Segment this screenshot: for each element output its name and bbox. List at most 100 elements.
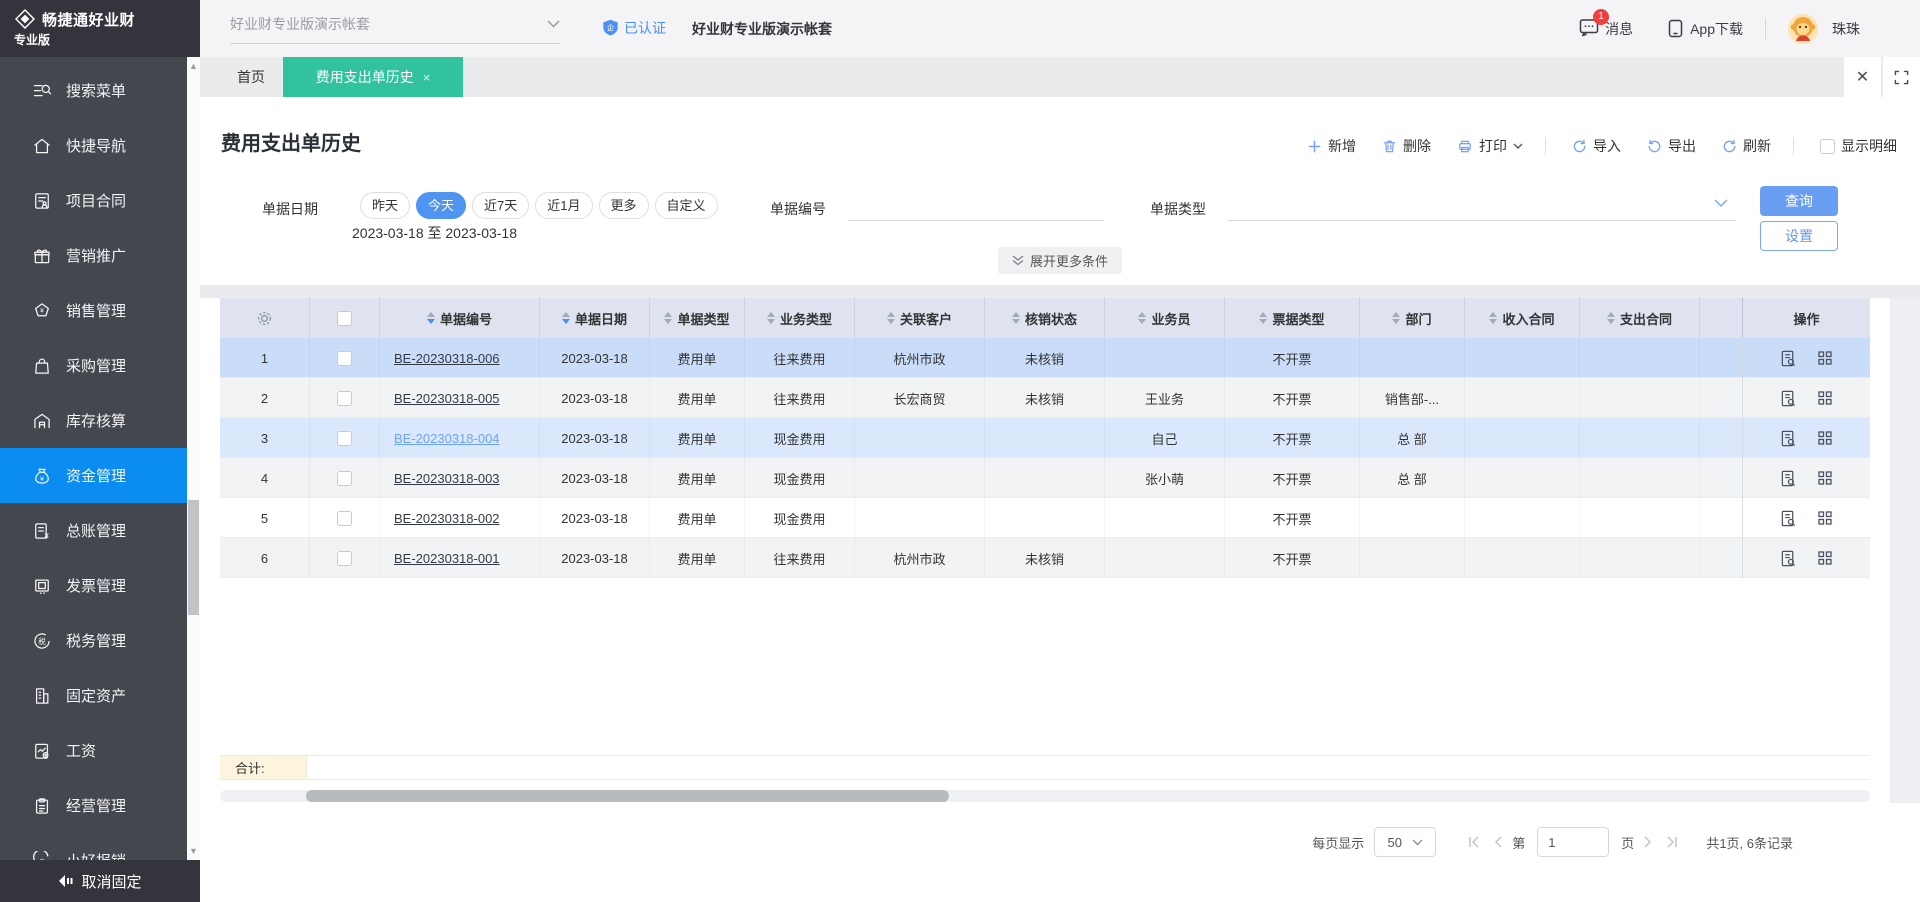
pill-custom[interactable]: 自定义: [654, 192, 718, 219]
row-checkbox-cell[interactable]: [310, 338, 380, 378]
row-checkbox[interactable]: [337, 390, 352, 406]
sidebar-item-sales[interactable]: ¥ 销售管理: [0, 283, 200, 338]
view-detail-icon[interactable]: [1780, 430, 1797, 447]
sidebar-item-salary[interactable]: 工资: [0, 723, 200, 778]
sort-icon[interactable]: [426, 312, 435, 324]
sort-icon[interactable]: [1392, 312, 1401, 324]
horizontal-scrollbar[interactable]: [220, 790, 1870, 802]
last-page-button[interactable]: [1660, 830, 1684, 854]
header-verify-status[interactable]: 核销状态: [985, 298, 1105, 338]
grid-vertical-scroll-area[interactable]: [1890, 298, 1920, 803]
page-number-input[interactable]: 1: [1537, 827, 1610, 857]
row-checkbox-cell[interactable]: [310, 498, 380, 538]
settings-button[interactable]: 设置: [1760, 221, 1838, 251]
per-page-select[interactable]: 50: [1374, 827, 1437, 857]
print-button[interactable]: 打印: [1457, 136, 1523, 156]
tab-expense-history[interactable]: 费用支出单历史 ×: [283, 57, 463, 97]
row-checkbox[interactable]: [337, 350, 352, 366]
user-menu[interactable]: 珠珠: [1788, 13, 1860, 44]
pill-more[interactable]: 更多: [598, 192, 649, 219]
import-button[interactable]: 导入: [1572, 136, 1621, 156]
row-checkbox[interactable]: [337, 430, 352, 446]
sidebar-item-ledger[interactable]: ¥ 总账管理: [0, 503, 200, 558]
header-doc-no[interactable]: 单据编号: [380, 298, 540, 338]
sidebar-item-project-contract[interactable]: 项目合同: [0, 173, 200, 228]
view-detail-icon[interactable]: [1780, 350, 1797, 367]
column-settings-button[interactable]: [220, 298, 310, 338]
table-row[interactable]: 4 BE-20230318-003 2023-03-18 费用单 现金费用 张小…: [220, 458, 1870, 498]
header-doc-type[interactable]: 单据类型: [650, 298, 745, 338]
sort-icon[interactable]: [1138, 312, 1147, 324]
tab-close-icon[interactable]: ×: [423, 70, 431, 85]
row-checkbox-cell[interactable]: [310, 418, 380, 458]
scroll-up-icon[interactable]: ▲: [187, 61, 200, 71]
doc-no-link[interactable]: BE-20230318-006: [394, 351, 500, 366]
account-select[interactable]: 好业财专业版演示帐套: [230, 14, 560, 44]
header-doc-date[interactable]: 单据日期: [540, 298, 650, 338]
sort-icon[interactable]: [1259, 312, 1268, 324]
pill-yesterday[interactable]: 昨天: [360, 192, 411, 219]
app-download-button[interactable]: App下载: [1667, 19, 1743, 39]
sort-icon[interactable]: [886, 312, 895, 324]
related-docs-icon[interactable]: [1817, 550, 1833, 566]
sidebar-item-operations[interactable]: 经营管理: [0, 778, 200, 833]
header-salesperson[interactable]: 业务员: [1105, 298, 1225, 338]
table-row[interactable]: 5 BE-20230318-002 2023-03-18 费用单 现金费用 不开…: [220, 498, 1870, 538]
sidebar-item-quick-nav[interactable]: 快捷导航: [0, 118, 200, 173]
header-customer[interactable]: 关联客户: [855, 298, 985, 338]
sidebar-item-marketing[interactable]: 营销推广: [0, 228, 200, 283]
header-department[interactable]: 部门: [1360, 298, 1465, 338]
export-button[interactable]: 导出: [1647, 136, 1696, 156]
sidebar-item-invoice[interactable]: 发票管理: [0, 558, 200, 613]
pill-last-7-days[interactable]: 近7天: [472, 192, 530, 219]
related-docs-icon[interactable]: [1817, 350, 1833, 366]
sidebar-item-fixed-assets[interactable]: 固定资产: [0, 668, 200, 723]
related-docs-icon[interactable]: [1817, 430, 1833, 446]
show-detail-checkbox[interactable]: [1820, 138, 1835, 154]
sort-icon[interactable]: [1606, 312, 1615, 324]
refresh-button[interactable]: 刷新: [1722, 136, 1771, 156]
table-row[interactable]: 3 BE-20230318-004 2023-03-18 费用单 现金费用 自己…: [220, 418, 1870, 458]
table-row[interactable]: 6 BE-20230318-001 2023-03-18 费用单 往来费用 杭州…: [220, 538, 1870, 578]
next-page-button[interactable]: [1636, 830, 1660, 854]
sort-icon[interactable]: [561, 312, 570, 324]
messages-button[interactable]: 1 消息: [1579, 8, 1633, 40]
sort-icon[interactable]: [1011, 312, 1020, 324]
related-docs-icon[interactable]: [1817, 390, 1833, 406]
query-button[interactable]: 查询: [1760, 186, 1838, 216]
first-page-button[interactable]: [1462, 830, 1486, 854]
fullscreen-button[interactable]: [1883, 57, 1920, 97]
tab-home[interactable]: 首页: [220, 57, 282, 97]
add-button[interactable]: 新增: [1307, 136, 1356, 156]
sort-icon[interactable]: [1489, 312, 1498, 324]
pill-today[interactable]: 今天: [416, 192, 467, 219]
close-page-button[interactable]: ✕: [1844, 57, 1881, 97]
row-checkbox[interactable]: [337, 550, 352, 566]
related-docs-icon[interactable]: [1817, 470, 1833, 486]
pill-last-month[interactable]: 近1月: [535, 192, 593, 219]
header-income-contract[interactable]: 收入合同: [1465, 298, 1580, 338]
expand-more-button[interactable]: 展开更多条件: [997, 247, 1123, 274]
doc-no-link[interactable]: BE-20230318-001: [394, 551, 500, 566]
sidebar-scroll-thumb[interactable]: [188, 500, 199, 615]
sidebar-item-purchase[interactable]: 采购管理: [0, 338, 200, 393]
doc-no-link[interactable]: BE-20230318-005: [394, 391, 500, 406]
header-ticket-type[interactable]: 票据类型: [1225, 298, 1360, 338]
row-checkbox-cell[interactable]: [310, 458, 380, 498]
select-all-cell[interactable]: [310, 298, 380, 338]
sort-icon[interactable]: [664, 312, 673, 324]
sidebar-item-reimburse[interactable]: S 小好报销: [0, 833, 200, 860]
sidebar-item-tax[interactable]: 税 税务管理: [0, 613, 200, 668]
doc-type-select[interactable]: [1228, 187, 1736, 221]
sidebar-item-search-menu[interactable]: 搜索菜单: [0, 63, 200, 118]
table-row[interactable]: 2 BE-20230318-005 2023-03-18 费用单 往来费用 长宏…: [220, 378, 1870, 418]
header-biz-type[interactable]: 业务类型: [745, 298, 855, 338]
delete-button[interactable]: 删除: [1382, 136, 1431, 156]
row-checkbox[interactable]: [337, 510, 352, 526]
view-detail-icon[interactable]: [1780, 470, 1797, 487]
view-detail-icon[interactable]: [1780, 390, 1797, 407]
view-detail-icon[interactable]: [1780, 550, 1797, 567]
sort-icon[interactable]: [766, 312, 775, 324]
unpin-sidebar-button[interactable]: 取消固定: [0, 860, 200, 902]
row-checkbox-cell[interactable]: [310, 378, 380, 418]
